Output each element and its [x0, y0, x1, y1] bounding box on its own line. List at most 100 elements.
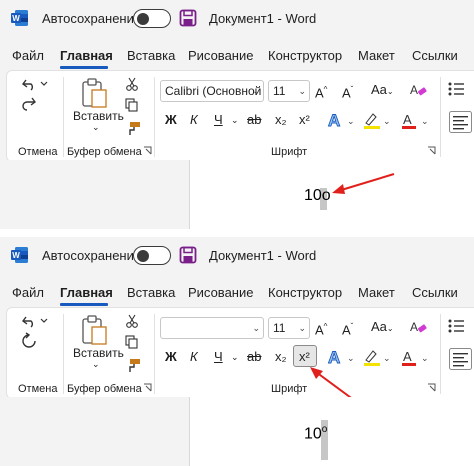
chevron-down-icon[interactable]: ⌄	[231, 110, 239, 130]
tab-draw[interactable]: Рисование	[188, 285, 253, 300]
underline-button[interactable]: Ч	[214, 347, 223, 367]
active-tab-indicator	[60, 303, 108, 306]
format-painter-icon[interactable]	[125, 358, 141, 374]
strikethrough-button[interactable]: ab	[247, 347, 261, 367]
bullets-icon[interactable]	[447, 81, 473, 97]
paste-icon[interactable]	[81, 77, 109, 109]
align-icon[interactable]	[449, 348, 473, 370]
align-icon[interactable]	[449, 111, 473, 133]
paste-dropdown-chevron[interactable]: ⌄	[92, 122, 100, 133]
chevron-down-icon[interactable]: ⌄	[231, 347, 239, 367]
tab-design[interactable]: Конструктор	[268, 285, 342, 300]
paste-icon[interactable]	[81, 314, 109, 346]
svg-text:W: W	[12, 251, 20, 260]
ribbon-tabs: Файл Главная Вставка Рисование Конструкт…	[0, 281, 474, 307]
tab-layout[interactable]: Макет	[358, 285, 395, 300]
format-painter-icon[interactable]	[125, 121, 141, 137]
panel-divider	[0, 229, 474, 237]
paste-label[interactable]: Вставить	[73, 346, 124, 360]
text-effects-icon[interactable]: A ⌄	[327, 348, 357, 368]
highlight-icon[interactable]: ⌄	[362, 111, 392, 131]
grow-font-icon[interactable]: A^	[315, 80, 327, 103]
paste-dropdown-chevron[interactable]: ⌄	[92, 359, 100, 370]
tab-file[interactable]: Файл	[12, 285, 44, 300]
ribbon-tabs: Файл Главная Вставка Рисование Конструкт…	[0, 44, 474, 70]
tab-design[interactable]: Конструктор	[268, 48, 342, 63]
dialog-launcher-icon[interactable]	[427, 383, 436, 392]
superscript-button[interactable]: x²	[299, 347, 310, 367]
shrink-font-icon[interactable]: Aˇ	[342, 80, 353, 103]
copy-icon[interactable]	[125, 98, 139, 112]
save-icon[interactable]	[179, 246, 197, 264]
dialog-launcher-icon[interactable]	[143, 383, 152, 392]
tab-references[interactable]: Ссылки	[412, 285, 458, 300]
dialog-launcher-icon[interactable]	[427, 146, 436, 155]
copy-icon[interactable]	[125, 335, 139, 349]
autosave-toggle[interactable]	[133, 246, 171, 265]
underline-button[interactable]: Ч	[214, 110, 223, 130]
subscript-button[interactable]: x₂	[275, 347, 287, 367]
undo-group-label: Отмена	[18, 146, 58, 158]
svg-text:W: W	[12, 14, 20, 23]
document-text-base: 10	[304, 425, 322, 443]
change-case-icon[interactable]: Aa⌄	[371, 317, 394, 339]
text-effects-icon[interactable]: A ⌄	[327, 111, 357, 131]
tab-home[interactable]: Главная	[60, 48, 113, 63]
document-text[interactable]: 10o	[304, 187, 331, 205]
dialog-launcher-icon[interactable]	[143, 146, 152, 155]
clear-format-icon[interactable]: A	[409, 81, 427, 99]
font-size-combo[interactable]: 11 ⌄	[268, 80, 310, 102]
undo-icon[interactable]	[21, 314, 49, 328]
bullets-icon[interactable]	[447, 318, 473, 334]
page-gutter	[0, 160, 190, 229]
document-page[interactable]	[190, 397, 474, 466]
ribbon: Отмена Вставить ⌄ Буфер обмена ⌄ 11 ⌄ A^…	[6, 307, 474, 399]
change-case-icon[interactable]: Aa⌄	[371, 80, 394, 102]
clear-format-icon[interactable]: A	[409, 318, 427, 336]
bold-button[interactable]: Ж	[165, 110, 177, 130]
bold-button[interactable]: Ж	[165, 347, 177, 367]
tab-insert[interactable]: Вставка	[127, 48, 175, 63]
font-name-value: Calibri (Основной	[165, 84, 262, 98]
cut-icon[interactable]	[125, 77, 139, 91]
word-icon: W	[11, 247, 28, 263]
grow-font-icon[interactable]: A^	[315, 317, 327, 340]
italic-button[interactable]: К	[190, 347, 198, 367]
tab-insert[interactable]: Вставка	[127, 285, 175, 300]
italic-button[interactable]: К	[190, 110, 198, 130]
autosave-toggle[interactable]	[133, 9, 171, 28]
superscript-button[interactable]: x²	[299, 110, 310, 130]
red-arrow-icon	[332, 173, 395, 194]
strikethrough-button[interactable]: ab	[247, 110, 261, 130]
font-name-combo[interactable]: Calibri (Основной ⌄	[160, 80, 264, 102]
undo-icon[interactable]	[21, 77, 49, 91]
tab-layout[interactable]: Макет	[358, 48, 395, 63]
tab-draw[interactable]: Рисование	[188, 48, 253, 63]
svg-text:⌄: ⌄	[421, 116, 429, 126]
group-divider	[154, 314, 155, 394]
tab-references[interactable]: Ссылки	[412, 48, 458, 63]
font-color-icon[interactable]: A ⌄	[400, 111, 430, 131]
font-size-value: 11	[273, 84, 286, 98]
redo-icon[interactable]	[21, 332, 37, 349]
font-color-icon[interactable]: A ⌄	[400, 348, 430, 368]
cut-icon[interactable]	[125, 314, 139, 328]
paste-label[interactable]: Вставить	[73, 109, 124, 123]
save-icon[interactable]	[179, 9, 197, 27]
font-size-combo[interactable]: 11 ⌄	[268, 317, 310, 339]
document-text[interactable]: 10o	[304, 424, 327, 443]
highlight-icon[interactable]: ⌄	[362, 348, 392, 368]
shrink-font-icon[interactable]: Aˇ	[342, 317, 353, 340]
clipboard-group-label: Буфер обмена	[67, 383, 142, 395]
title-bar: W Автосохранение Документ1 - Word	[0, 237, 474, 277]
clipboard-group-label: Буфер обмена	[67, 146, 142, 158]
font-name-combo[interactable]: ⌄	[160, 317, 264, 339]
document-text-superscript: o	[321, 424, 328, 435]
toggle-knob	[137, 249, 149, 262]
tab-home[interactable]: Главная	[60, 285, 113, 300]
svg-text:⌄: ⌄	[347, 116, 355, 126]
redo-icon[interactable]	[21, 96, 37, 112]
undo-group-label: Отмена	[18, 383, 58, 395]
tab-file[interactable]: Файл	[12, 48, 44, 63]
subscript-button[interactable]: x₂	[275, 110, 287, 130]
